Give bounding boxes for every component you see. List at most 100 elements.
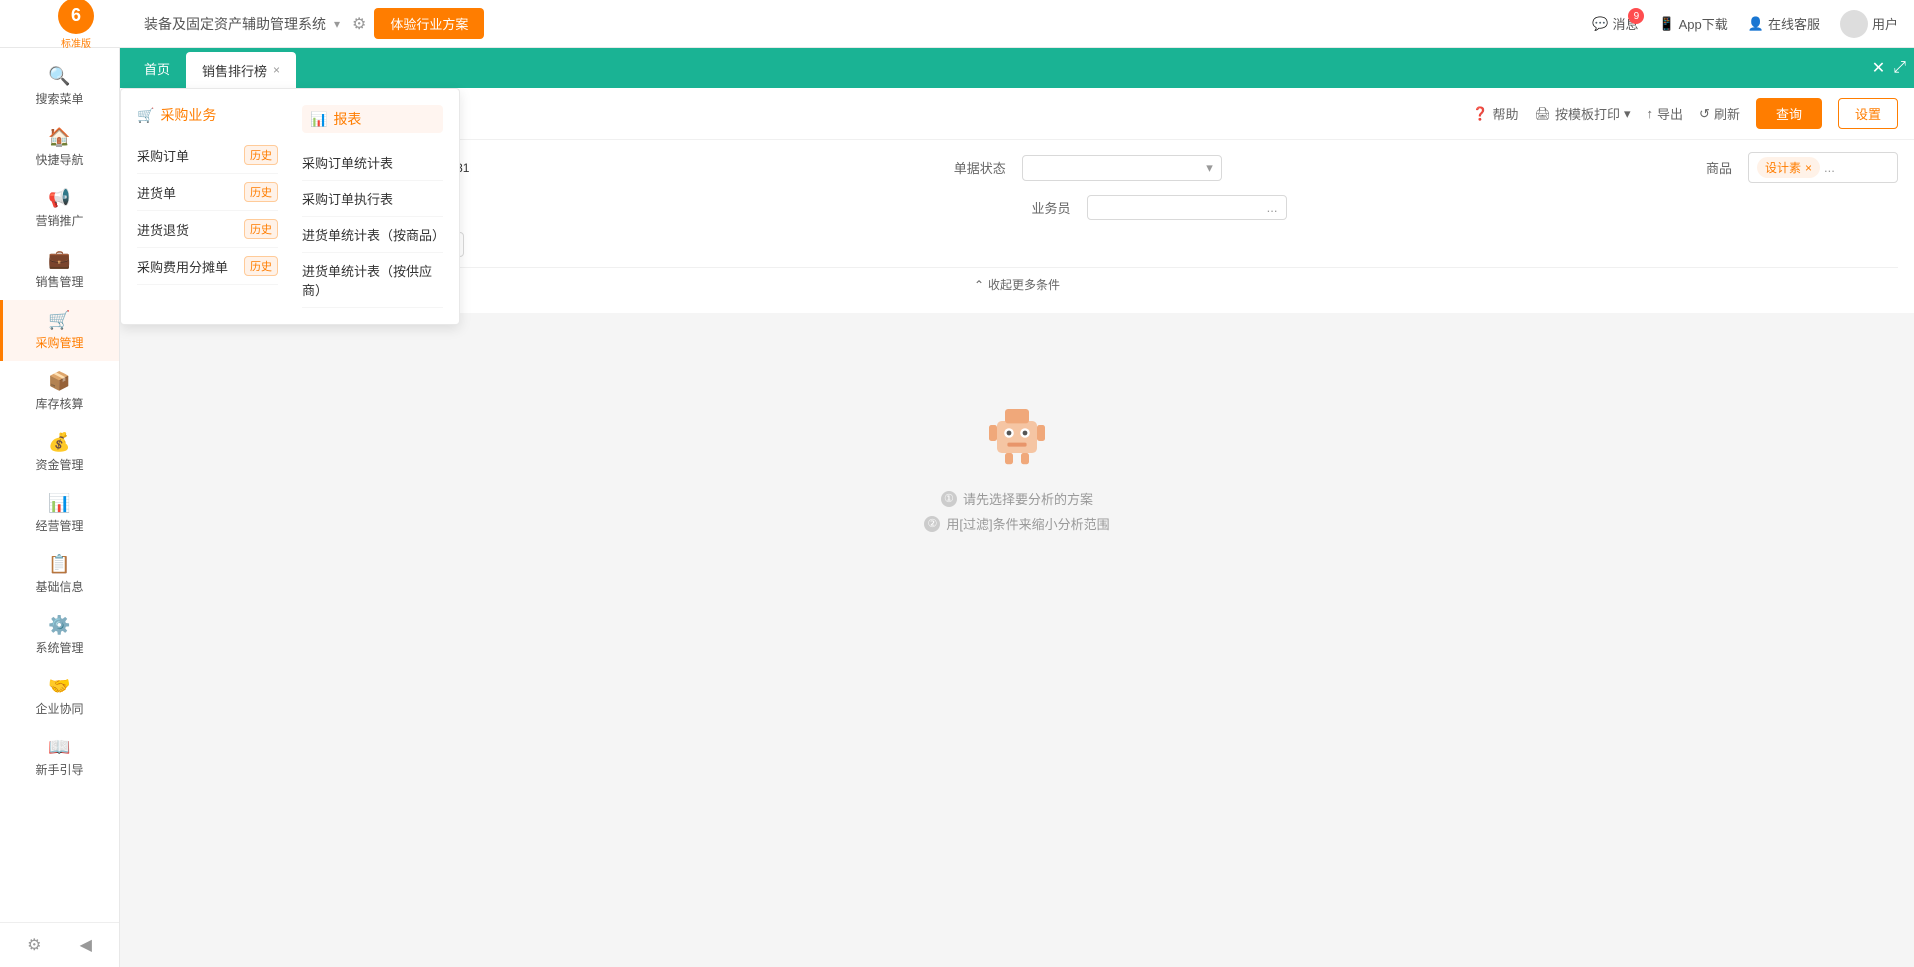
export-label: 导出: [1657, 104, 1683, 123]
goods-tag-close-btn[interactable]: ×: [1805, 161, 1812, 175]
help-btn[interactable]: ❓ 帮助: [1472, 104, 1518, 123]
salesperson-dots[interactable]: ...: [1267, 200, 1278, 215]
purchase-col-icon: 🛒: [137, 107, 154, 124]
app-download-btn[interactable]: 📱 App下载: [1658, 14, 1727, 33]
collapse-icon: ⌃: [974, 278, 984, 292]
status-filter-input[interactable]: ▾: [1022, 155, 1222, 181]
goods-filter-label: 商品: [1706, 158, 1732, 177]
menu-item-purchase-order-badge: 历史: [244, 145, 278, 165]
purchase-dropdown-menu: 🛒 采购业务 采购订单 历史 进货单 历史 进货退货 历史: [120, 88, 460, 325]
marketing-icon: 📢: [48, 188, 70, 209]
help-label: 帮助: [1492, 104, 1518, 123]
bottom-settings-icon[interactable]: ⚙: [27, 935, 41, 955]
tab-close-window-btn[interactable]: ✕: [1872, 58, 1885, 78]
salesperson-filter-input[interactable]: ...: [1087, 195, 1287, 220]
goods-dots[interactable]: ...: [1824, 160, 1835, 175]
step-num-1: ①: [941, 491, 957, 507]
tab-home[interactable]: 首页: [128, 48, 186, 88]
tab-maximize-btn[interactable]: ⤢: [1893, 59, 1906, 77]
bottom-collapse-icon[interactable]: ◀: [80, 935, 92, 955]
menu-item-expense-badge: 历史: [244, 256, 278, 276]
empty-step-1-text: 请先选择要分析的方案: [963, 489, 1093, 508]
menu-item-inbound[interactable]: 进货单 历史: [137, 174, 278, 211]
settings-gear-icon[interactable]: ⚙: [352, 14, 366, 34]
menu-item-inbound-stats-goods[interactable]: 进货单统计表（按商品）: [302, 217, 443, 253]
setting-btn[interactable]: 设置: [1838, 98, 1898, 129]
menu-item-return-badge: 历史: [244, 219, 278, 239]
sidebar-item-inventory[interactable]: 📦 库存核算: [0, 361, 119, 422]
sidebar-item-basic[interactable]: 📋 基础信息: [0, 544, 119, 605]
empty-state: ① 请先选择要分析的方案 ② 用[过滤]条件来缩小分析范围: [120, 313, 1914, 613]
sidebar-item-home[interactable]: 🏠 快捷导航: [0, 117, 119, 178]
app-icon: 📱: [1658, 16, 1674, 32]
goods-tag-text: 设计素: [1765, 159, 1801, 176]
report-col: 📊 报表 采购订单统计表 采购订单执行表 进货单统计表（按商品） 进货单统计表（…: [302, 105, 443, 308]
main-layout: 🔍 搜索菜单 🏠 快捷导航 📢 营销推广 💼 销售管理 🛒 采购管理 📦 库存核…: [0, 48, 1914, 967]
sidebar-item-label-system: 系统管理: [35, 639, 83, 656]
app-download-label: App下载: [1679, 14, 1728, 33]
menu-item-purchase-order[interactable]: 采购订单 历史: [137, 137, 278, 174]
menu-item-inbound-stats-supplier[interactable]: 进货单统计表（按供应商）: [302, 253, 443, 308]
message-icon: 💬: [1592, 16, 1608, 32]
sidebar-item-label-finance: 资金管理: [35, 456, 83, 473]
menu-item-return[interactable]: 进货退货 历史: [137, 211, 278, 248]
menu-item-inbound-stats-goods-label: 进货单统计表（按商品）: [302, 225, 443, 244]
empty-step-2-text: 用[过滤]条件来缩小分析范围: [946, 514, 1109, 533]
purchase-icon: 🛒: [48, 310, 70, 331]
goods-filter-input[interactable]: 设计素 × ...: [1748, 152, 1898, 183]
sidebar-item-label-cooperation: 企业协同: [35, 700, 83, 717]
sidebar-item-purchase[interactable]: 🛒 采购管理: [0, 300, 119, 361]
menu-item-inbound-badge: 历史: [244, 182, 278, 202]
empty-step-2: ② 用[过滤]条件来缩小分析范围: [924, 514, 1109, 533]
print-btn[interactable]: 🖨 按模板打印 ▾: [1534, 104, 1630, 123]
cooperation-icon: 🤝: [48, 676, 70, 697]
menu-item-inbound-stats-supplier-label: 进货单统计表（按供应商）: [302, 261, 443, 299]
online-service-label: 在线客服: [1768, 14, 1820, 33]
collapse-btn[interactable]: ⌃ 收起更多条件: [974, 276, 1060, 293]
sidebar-item-system[interactable]: ⚙️ 系统管理: [0, 605, 119, 666]
sidebar-item-cooperation[interactable]: 🤝 企业协同: [0, 666, 119, 727]
purchase-col-title-text: 采购业务: [160, 105, 216, 125]
online-service-btn[interactable]: 👤 在线客服: [1748, 14, 1820, 33]
export-icon: ↑: [1647, 106, 1654, 121]
sidebar-item-label-guide: 新手引导: [35, 761, 83, 778]
menu-item-order-stats[interactable]: 采购订单统计表: [302, 145, 443, 181]
print-dropdown-arrow[interactable]: ▾: [1624, 106, 1631, 122]
menu-item-purchase-order-label: 采购订单: [137, 146, 189, 165]
query-btn[interactable]: 查询: [1756, 98, 1822, 129]
active-indicator: [0, 300, 3, 361]
menu-item-order-exec-label: 采购订单执行表: [302, 189, 393, 208]
refresh-btn[interactable]: ↺ 刷新: [1699, 104, 1740, 123]
sales-icon: 💼: [48, 249, 70, 270]
industry-btn[interactable]: 体验行业方案: [374, 8, 484, 39]
menu-item-expense[interactable]: 采购费用分摊单 历史: [137, 248, 278, 285]
service-icon: 👤: [1748, 16, 1764, 32]
message-btn[interactable]: 💬 消息 9: [1592, 14, 1638, 33]
tab-close-btn[interactable]: ×: [273, 63, 280, 77]
system-dropdown-arrow[interactable]: ▾: [334, 17, 340, 31]
menu-item-inbound-label: 进货单: [137, 183, 176, 202]
print-label: 按模板打印: [1555, 104, 1620, 123]
report-col-icon: 📊: [310, 111, 327, 128]
sidebar-item-search[interactable]: 🔍 搜索菜单: [0, 56, 119, 117]
sidebar-item-sales[interactable]: 💼 销售管理: [0, 239, 119, 300]
print-icon: 🖨: [1534, 106, 1551, 122]
collapse-label: 收起更多条件: [988, 276, 1060, 293]
tab-sales-rank[interactable]: 销售排行榜 ×: [186, 52, 296, 88]
sidebar-bottom: ⚙ ◀: [0, 922, 119, 967]
sidebar-item-label-basic: 基础信息: [35, 578, 83, 595]
sidebar-item-label-home: 快捷导航: [35, 151, 83, 168]
step-num-2: ②: [924, 516, 940, 532]
empty-state-icon: [977, 393, 1057, 473]
menu-item-order-exec[interactable]: 采购订单执行表: [302, 181, 443, 217]
menu-item-order-stats-label: 采购订单统计表: [302, 153, 393, 172]
sidebar-item-marketing[interactable]: 📢 营销推广: [0, 178, 119, 239]
empty-step-1: ① 请先选择要分析的方案: [941, 489, 1093, 508]
report-col-title: 📊 报表: [302, 105, 443, 133]
user-area[interactable]: 用户: [1840, 10, 1898, 38]
sidebar-item-guide[interactable]: 📖 新手引导: [0, 727, 119, 788]
sidebar-item-operation[interactable]: 📊 经营管理: [0, 483, 119, 544]
export-btn[interactable]: ↑ 导出: [1647, 104, 1684, 123]
sidebar-item-label-purchase: 采购管理: [35, 334, 83, 351]
sidebar-item-finance[interactable]: 💰 资金管理: [0, 422, 119, 483]
